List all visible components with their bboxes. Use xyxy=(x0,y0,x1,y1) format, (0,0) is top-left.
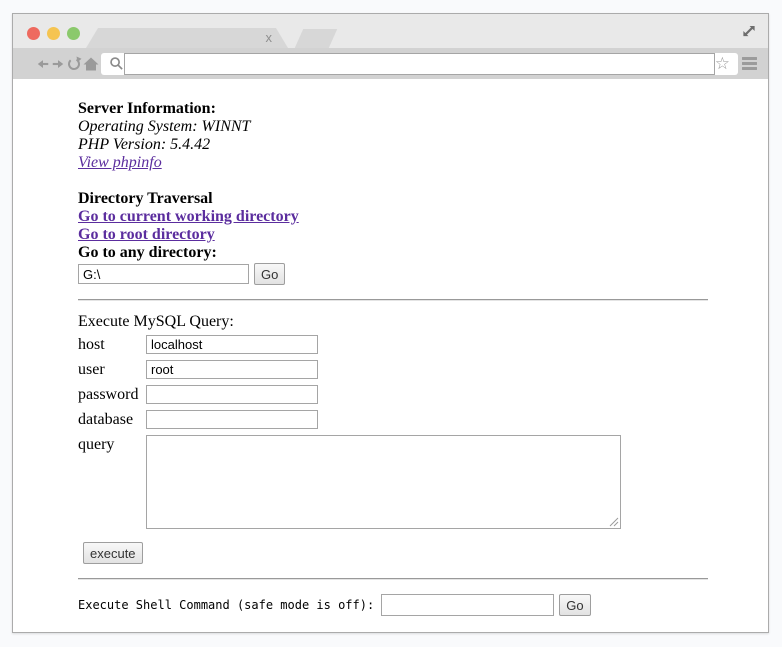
browser-tab[interactable]: x xyxy=(86,28,288,48)
root-directory-link[interactable]: Go to root directory xyxy=(78,226,215,243)
zoom-window-button[interactable] xyxy=(67,26,80,40)
divider xyxy=(78,299,708,301)
server-information-heading: Server Information: xyxy=(78,100,216,117)
database-label: database xyxy=(78,411,134,428)
minimize-window-button[interactable] xyxy=(47,26,60,40)
any-directory-label: Go to any directory: xyxy=(78,244,217,261)
page-viewport: Server Information: Operating System: WI… xyxy=(13,79,768,632)
host-label: host xyxy=(78,336,105,353)
bookmark-star-icon[interactable]: ☆ xyxy=(715,55,730,72)
close-window-button[interactable] xyxy=(27,26,40,40)
forward-icon[interactable] xyxy=(51,57,65,71)
new-tab-button[interactable] xyxy=(294,29,338,48)
user-input[interactable] xyxy=(146,360,318,379)
back-icon[interactable] xyxy=(36,57,50,71)
mysql-query-section: Execute MySQL Query: host user password … xyxy=(78,313,708,564)
query-textarea[interactable] xyxy=(146,435,621,529)
browser-toolbar: ☆ xyxy=(13,48,768,79)
password-input[interactable] xyxy=(146,385,318,404)
address-bar-input[interactable] xyxy=(124,52,715,75)
home-icon[interactable] xyxy=(83,56,99,72)
host-input[interactable] xyxy=(146,335,318,354)
tab-strip: x xyxy=(13,14,768,48)
view-phpinfo-link[interactable]: View phpinfo xyxy=(78,154,162,171)
tab-close-icon[interactable]: x xyxy=(266,29,273,47)
menu-icon[interactable] xyxy=(742,57,757,70)
fullscreen-icon[interactable] xyxy=(740,22,758,40)
search-icon xyxy=(110,57,123,70)
password-label: password xyxy=(78,386,139,403)
shell-go-button[interactable]: Go xyxy=(559,594,591,616)
directory-go-button[interactable]: Go xyxy=(254,263,286,285)
shell-command-section: Execute Shell Command (safe mode is off)… xyxy=(78,594,708,616)
mysql-query-heading: Execute MySQL Query: xyxy=(78,313,234,330)
shell-command-label: Execute Shell Command (safe mode is off)… xyxy=(78,598,375,612)
operating-system-line: Operating System: WINNT xyxy=(78,118,251,135)
directory-traversal-heading: Directory Traversal xyxy=(78,190,213,207)
refresh-icon[interactable] xyxy=(66,56,82,72)
browser-window: x ☆ Server Information: Operating System… xyxy=(12,13,769,633)
php-version-line: PHP Version: 5.4.42 xyxy=(78,136,211,153)
server-information-section: Server Information: Operating System: WI… xyxy=(78,100,708,172)
cwd-link[interactable]: Go to current working directory xyxy=(78,208,299,225)
shell-command-input[interactable] xyxy=(381,594,555,616)
address-bar[interactable]: ☆ xyxy=(101,52,738,75)
query-label: query xyxy=(78,436,115,453)
execute-button[interactable]: execute xyxy=(83,542,143,564)
directory-path-input[interactable] xyxy=(78,264,249,284)
divider xyxy=(78,578,708,580)
directory-traversal-section: Directory Traversal Go to current workin… xyxy=(78,190,708,285)
user-label: user xyxy=(78,361,105,378)
database-input[interactable] xyxy=(146,410,318,429)
